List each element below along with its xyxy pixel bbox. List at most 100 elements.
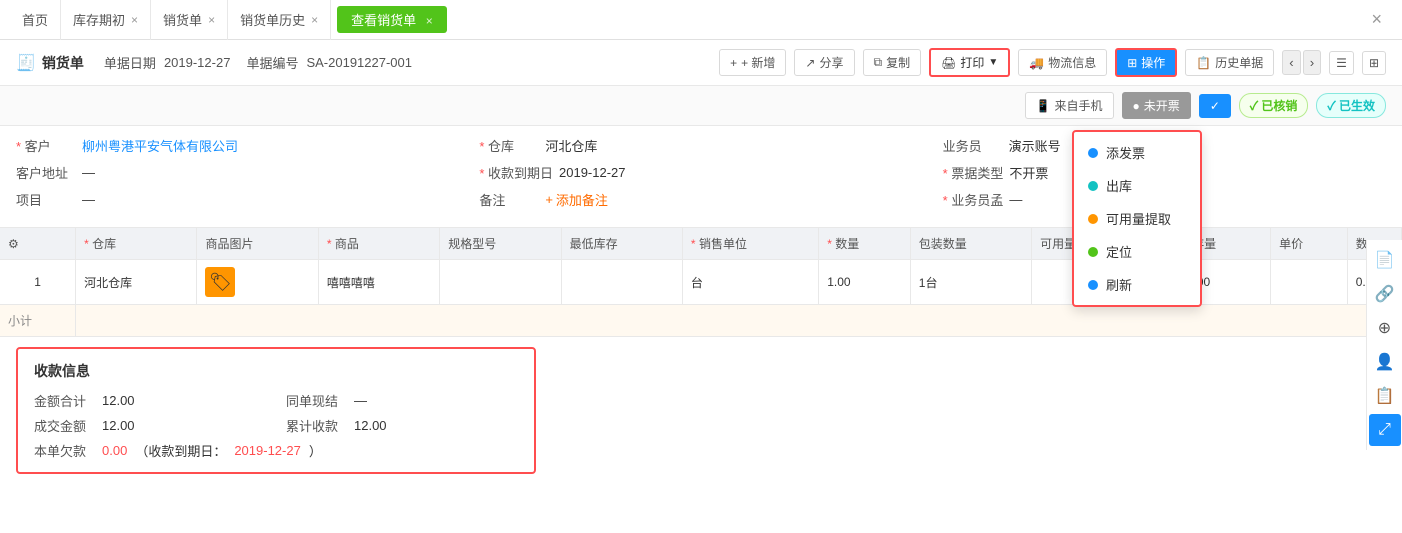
operations-button[interactable]: ⊞ 操作 [1115,48,1177,77]
same-bill-value: — [354,393,367,408]
refresh-item[interactable]: 刷新 [1074,268,1200,301]
customer-value[interactable]: 柳州粤港平安气体有限公司 [82,136,238,155]
address-field: 客户地址 — [16,163,459,182]
check-effective-icon: ✓ [1327,99,1335,113]
add-invoice-dot [1088,148,1098,158]
plus-icon: + [730,56,737,70]
nav-prev[interactable]: ‹ [1282,50,1300,75]
history-button[interactable]: 📋 历史单据 [1185,49,1274,76]
row-product-img: 🏷 [197,260,318,305]
note-label: 备注 [479,190,539,209]
available-extract-item[interactable]: 可用量提取 [1074,202,1200,235]
arrears-end: ） [309,441,322,460]
tab-sales[interactable]: 销货单 × [151,0,228,40]
deal-amount-row: 成交金额 12.00 [34,416,266,435]
amount-total-label: 金额合计 [34,391,94,410]
row-price [1271,260,1348,305]
arrears-value: 0.00 [102,443,127,458]
confirm-button-1[interactable]: ✓ [1199,94,1231,118]
same-bill-row: 同单现结 — [286,391,518,410]
print-icon: 🖨 [941,56,956,70]
th-qty: 数量 [819,228,911,260]
arrears-row: 本单欠款 0.00 （收款到期日： 2019-12-27 ） [34,441,518,460]
doc-header: 🧾 销货单 单据日期 2019-12-27 单据编号 SA-20191227-0… [0,40,1402,86]
add-note-button[interactable]: + 添加备注 [545,190,608,209]
right-tool-expand[interactable]: ⤢ [1369,414,1401,446]
print-button[interactable]: 🖨 打印 ▼ [929,48,1010,77]
logistics-icon: 🚚 [1029,56,1044,70]
nav-next[interactable]: › [1303,50,1321,75]
outbound-item[interactable]: 出库 [1074,169,1200,202]
copy-icon: ⧉ [874,55,883,70]
window-close-button[interactable]: × [1361,9,1392,30]
address-value: — [82,165,95,180]
not-opened-button[interactable]: ● 未开票 [1122,92,1191,119]
refresh-dot [1088,280,1098,290]
row-pack-qty: 1台 [910,260,1031,305]
payment-section: 收款信息 金额合计 12.00 同单现结 — 成交金额 12.00 累计收款 1… [16,347,536,474]
arrears-date: 2019-12-27 [234,443,301,458]
payment-date-value: 2019-12-27 [559,165,626,180]
row-qty: 1.00 [819,260,911,305]
same-bill-label: 同单现结 [286,391,346,410]
nav-arrows: ‹ › [1282,50,1321,75]
right-tool-user[interactable]: 👤 [1369,346,1401,378]
tab-inventory-close[interactable]: × [131,13,138,27]
subtotal-values [76,305,1402,337]
view-toggle-grid[interactable]: ⊞ [1362,51,1386,75]
payment-grid: 金额合计 12.00 同单现结 — 成交金额 12.00 累计收款 12.00 … [34,391,518,460]
ticket-type-label: 票据类型 [943,163,1004,182]
check-sold-out-icon: ✓ [1250,99,1258,113]
th-spec: 规格型号 [440,228,561,260]
operations-dropdown: 添发票 出库 可用量提取 定位 刷新 [1072,130,1202,307]
doc-number-label: 单据编号 SA-20191227-001 [246,53,412,72]
tab-sales-history[interactable]: 销货单历史 × [228,0,331,40]
right-tool-doc[interactable]: 📄 [1369,244,1401,276]
logistics-button[interactable]: 🚚 物流信息 [1018,49,1107,76]
add-invoice-label: 添发票 [1106,143,1145,162]
warehouse-value: 河北仓库 [545,136,597,155]
locate-dot [1088,247,1098,257]
project-value: — [82,192,95,207]
deal-amount-value: 12.00 [102,418,135,433]
locate-item[interactable]: 定位 [1074,235,1200,268]
tab-home[interactable]: 首页 [10,0,61,40]
tab-view-sales-close[interactable]: × [426,14,433,28]
phone-icon: 📱 [1036,99,1051,113]
arrears-label: 本单欠款 [34,441,94,460]
view-toggle-list[interactable]: ☰ [1329,51,1354,75]
th-unit: 销售单位 [682,228,818,260]
arrears-note: （收款到期日： [135,441,226,460]
effective-badge: ✓ 已生效 [1316,93,1386,118]
right-tool-link[interactable]: 🔗 [1369,278,1401,310]
row-warehouse: 河北仓库 [76,260,197,305]
right-tools-panel: 📄 🔗 ⊕ 👤 📋 ⤢ [1366,240,1402,450]
settings-icon[interactable]: ⚙ [8,237,19,251]
copy-button[interactable]: ⧉ 复制 [863,49,922,76]
tab-view-sales-label: 查看销货单 [351,13,416,28]
th-price: 单价 [1271,228,1348,260]
check-icon-1: ✓ [1210,99,1220,113]
amount-total-row: 金额合计 12.00 [34,391,266,410]
history-icon: 📋 [1196,56,1211,70]
payment-title: 收款信息 [34,361,518,381]
ticket-type-value: 不开票 [1009,163,1048,182]
print-dropdown-arrow: ▼ [988,57,998,68]
available-extract-dot [1088,214,1098,224]
right-tool-clipboard[interactable]: 📋 [1369,380,1401,412]
cumulative-value: 12.00 [354,418,387,433]
tab-sales-close[interactable]: × [208,13,215,27]
toolbar-row: 📱 来自手机 ● 未开票 ✓ ✓ 已核销 ✓ 已生效 [0,86,1402,126]
share-button[interactable]: ↗ 分享 [794,49,854,76]
tab-view-sales[interactable]: 查看销货单 × [337,6,447,33]
add-invoice-item[interactable]: 添发票 [1074,136,1200,169]
tab-inventory[interactable]: 库存期初 × [61,0,151,40]
sales-order-icon: 🧾 [16,53,36,73]
tab-sales-history-close[interactable]: × [311,13,318,27]
th-gear: ⚙ [0,228,76,260]
new-button[interactable]: + + 新增 [719,49,786,76]
sold-out-badge: ✓ 已核销 [1239,93,1309,118]
right-tool-plus[interactable]: ⊕ [1369,312,1401,344]
tab-bar: 首页 库存期初 × 销货单 × 销货单历史 × 查看销货单 × × [0,0,1402,40]
from-phone-button[interactable]: 📱 来自手机 [1025,92,1114,119]
